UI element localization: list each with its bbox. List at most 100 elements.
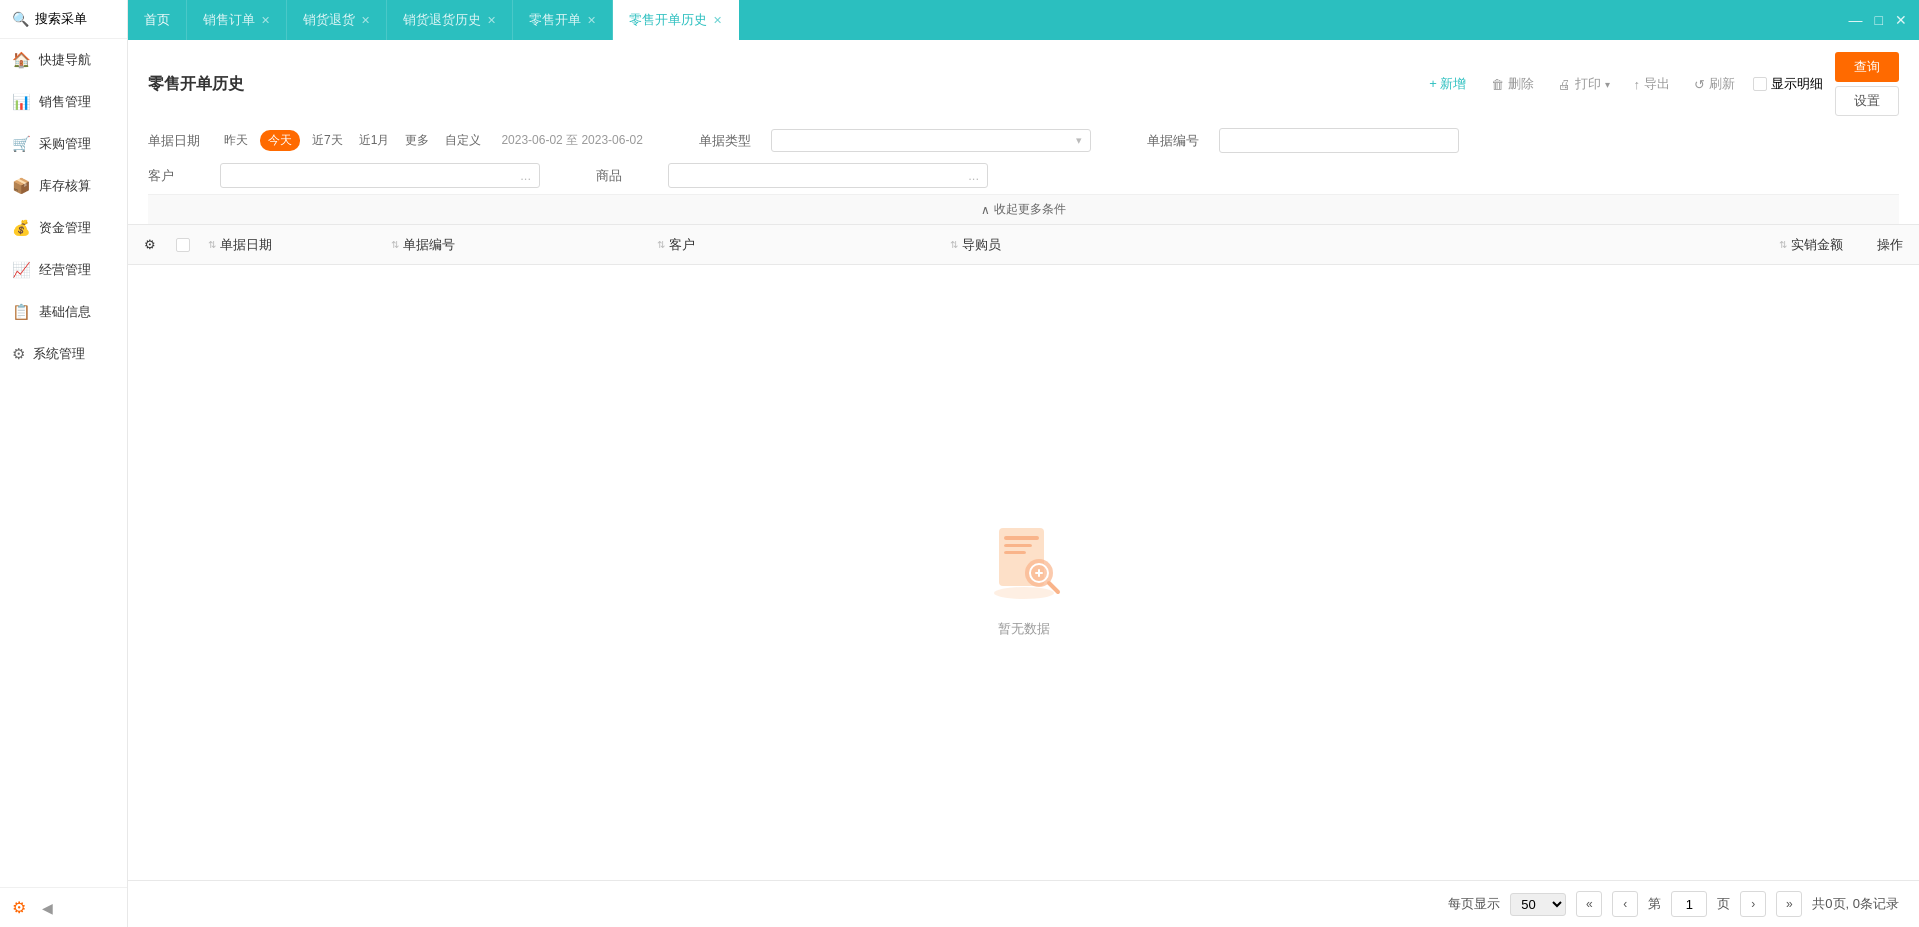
date-btn-more[interactable]: 更多 (401, 130, 433, 151)
tab-close-icon[interactable]: ✕ (261, 14, 270, 27)
page-prev-button[interactable]: ‹ (1612, 891, 1638, 917)
customer-input[interactable]: ... (220, 163, 540, 188)
tab-close-icon[interactable]: ✕ (487, 14, 496, 27)
sort-icon: ⇅ (950, 239, 958, 250)
export-button[interactable]: ↑ 导出 (1628, 71, 1677, 97)
type-filter-label: 单据类型 (699, 132, 755, 150)
sidebar-item-purchase-mgmt[interactable]: 🛒 采购管理 (0, 123, 127, 165)
delete-button[interactable]: 🗑 删除 (1485, 71, 1540, 97)
th-number[interactable]: ⇅ 单据编号 (383, 236, 649, 254)
sidebar-item-sys-mgmt[interactable]: ⚙ 系统管理 (0, 333, 127, 375)
page-next-button[interactable]: › (1740, 891, 1766, 917)
type-select[interactable]: ▾ (771, 129, 1091, 152)
customer-dots-icon[interactable]: ... (520, 168, 531, 183)
svg-point-0 (994, 587, 1054, 599)
sidebar-item-label: 销售管理 (39, 93, 91, 111)
th-date[interactable]: ⇅ 单据日期 (200, 236, 383, 254)
sort-icon: ⇅ (391, 239, 399, 250)
sidebar-item-sales-mgmt[interactable]: 📊 销售管理 (0, 81, 127, 123)
page-title: 零售开单历史 (148, 74, 244, 95)
sidebar-item-base-info[interactable]: 📋 基础信息 (0, 291, 127, 333)
customer-filter-label: 客户 (148, 167, 204, 185)
per-page-label: 每页显示 (1448, 895, 1500, 913)
svg-rect-2 (1004, 536, 1039, 540)
sidebar-search[interactable]: 🔍 搜索采单 (0, 0, 127, 39)
refresh-button[interactable]: ↺ 刷新 (1688, 71, 1741, 97)
collapse-icon[interactable]: ◀ (42, 900, 53, 916)
sidebar: 🔍 搜索采单 🏠 快捷导航 📊 销售管理 🛒 采购管理 📦 库存核算 💰 资金管… (0, 0, 128, 927)
sort-icon: ⇅ (208, 239, 216, 250)
purchase-icon: 🛒 (12, 135, 31, 153)
number-input[interactable] (1219, 128, 1459, 153)
sidebar-item-finance[interactable]: 💰 资金管理 (0, 207, 127, 249)
show-detail-toggle[interactable]: 显示明细 (1753, 75, 1823, 93)
tab-close-icon[interactable]: ✕ (361, 14, 370, 27)
date-shortcuts: 昨天 今天 近7天 近1月 更多 自定义 (220, 130, 485, 151)
settings-button[interactable]: 设置 (1835, 86, 1899, 116)
column-settings-icon[interactable]: ⚙ (144, 237, 156, 252)
date-filter-label: 单据日期 (148, 132, 204, 150)
th-customer[interactable]: ⇅ 客户 (649, 236, 943, 254)
page-unit: 页 (1717, 895, 1730, 913)
tab-close-icon[interactable]: ✕ (713, 14, 722, 27)
goods-input[interactable]: ... (668, 163, 988, 188)
query-button[interactable]: 查询 (1835, 52, 1899, 82)
tab-retail-open[interactable]: 零售开单 ✕ (513, 0, 613, 40)
number-filter-label: 单据编号 (1147, 132, 1203, 150)
add-button[interactable]: + 新增 (1423, 71, 1472, 97)
tab-sales-order[interactable]: 销售订单 ✕ (187, 0, 287, 40)
collapse-bar[interactable]: ∧ 收起更多条件 (148, 194, 1899, 224)
search-icon: 🔍 (12, 11, 29, 27)
per-page-select[interactable]: 50 10 20 100 (1510, 893, 1566, 916)
table-header: ⚙ ⇅ 单据日期 ⇅ 单据编号 ⇅ 客户 ⇅ (128, 225, 1919, 265)
date-btn-1month[interactable]: 近1月 (355, 130, 394, 151)
checkbox-show-detail[interactable] (1753, 77, 1767, 91)
date-btn-today[interactable]: 今天 (260, 130, 300, 151)
sidebar-item-quick-nav[interactable]: 🏠 快捷导航 (0, 39, 127, 81)
filter-row-1: 单据日期 昨天 今天 近7天 近1月 更多 自定义 2023-06-02 至 2… (148, 128, 1899, 153)
th-salesperson[interactable]: ⇅ 导购员 (942, 236, 1125, 254)
settings-icon[interactable]: ⚙ (12, 898, 26, 917)
content-area: 零售开单历史 + 新增 🗑 删除 🖨 打印 ▾ ↑ 导出 (128, 40, 1919, 927)
date-btn-yesterday[interactable]: 昨天 (220, 130, 252, 151)
export-icon: ↑ (1634, 77, 1641, 92)
print-button[interactable]: 🖨 打印 ▾ (1552, 71, 1616, 97)
toolbar: + 新增 🗑 删除 🖨 打印 ▾ ↑ 导出 ↺ (1423, 52, 1899, 116)
svg-rect-4 (1004, 551, 1026, 554)
date-btn-custom[interactable]: 自定义 (441, 130, 485, 151)
sidebar-item-operations[interactable]: 📈 经营管理 (0, 249, 127, 291)
finance-icon: 💰 (12, 219, 31, 237)
sidebar-item-inventory[interactable]: 📦 库存核算 (0, 165, 127, 207)
date-range-display: 2023-06-02 至 2023-06-02 (501, 132, 642, 149)
sales-icon: 📊 (12, 93, 31, 111)
page-last-button[interactable]: » (1776, 891, 1802, 917)
select-all-checkbox[interactable] (176, 238, 190, 252)
tab-retail-history[interactable]: 零售开单历史 ✕ (613, 0, 739, 40)
th-checkbox[interactable] (168, 238, 200, 252)
goods-dots-icon[interactable]: ... (968, 168, 979, 183)
tab-close-icon[interactable]: ✕ (587, 14, 596, 27)
date-btn-7days[interactable]: 近7天 (308, 130, 347, 151)
th-settings[interactable]: ⚙ (136, 237, 168, 252)
base-info-icon: 📋 (12, 303, 31, 321)
home-icon: 🏠 (12, 51, 31, 69)
minimize-icon[interactable]: — (1849, 12, 1863, 28)
tab-sales-return[interactable]: 销货退货 ✕ (287, 0, 387, 40)
sidebar-item-label: 系统管理 (33, 345, 85, 363)
maximize-icon[interactable]: □ (1875, 12, 1883, 28)
pagination-bar: 每页显示 50 10 20 100 « ‹ 第 页 › » 共0页, 0条记录 (128, 880, 1919, 927)
th-amount[interactable]: ⇅ 实销金额 (1696, 236, 1851, 254)
svg-rect-3 (1004, 544, 1032, 547)
sidebar-item-label: 快捷导航 (39, 51, 91, 69)
tab-sales-return-history[interactable]: 销货退货历史 ✕ (387, 0, 513, 40)
tab-home[interactable]: 首页 (128, 0, 187, 40)
sidebar-item-label: 库存核算 (39, 177, 91, 195)
close-window-icon[interactable]: ✕ (1895, 12, 1907, 28)
page-number-input[interactable] (1671, 891, 1707, 917)
inventory-icon: 📦 (12, 177, 31, 195)
goods-filter-label: 商品 (596, 167, 652, 185)
page-first-button[interactable]: « (1576, 891, 1602, 917)
th-action: 操作 (1851, 236, 1911, 254)
filter-row-2: 客户 ... 商品 ... (148, 163, 1899, 188)
refresh-icon: ↺ (1694, 77, 1705, 92)
